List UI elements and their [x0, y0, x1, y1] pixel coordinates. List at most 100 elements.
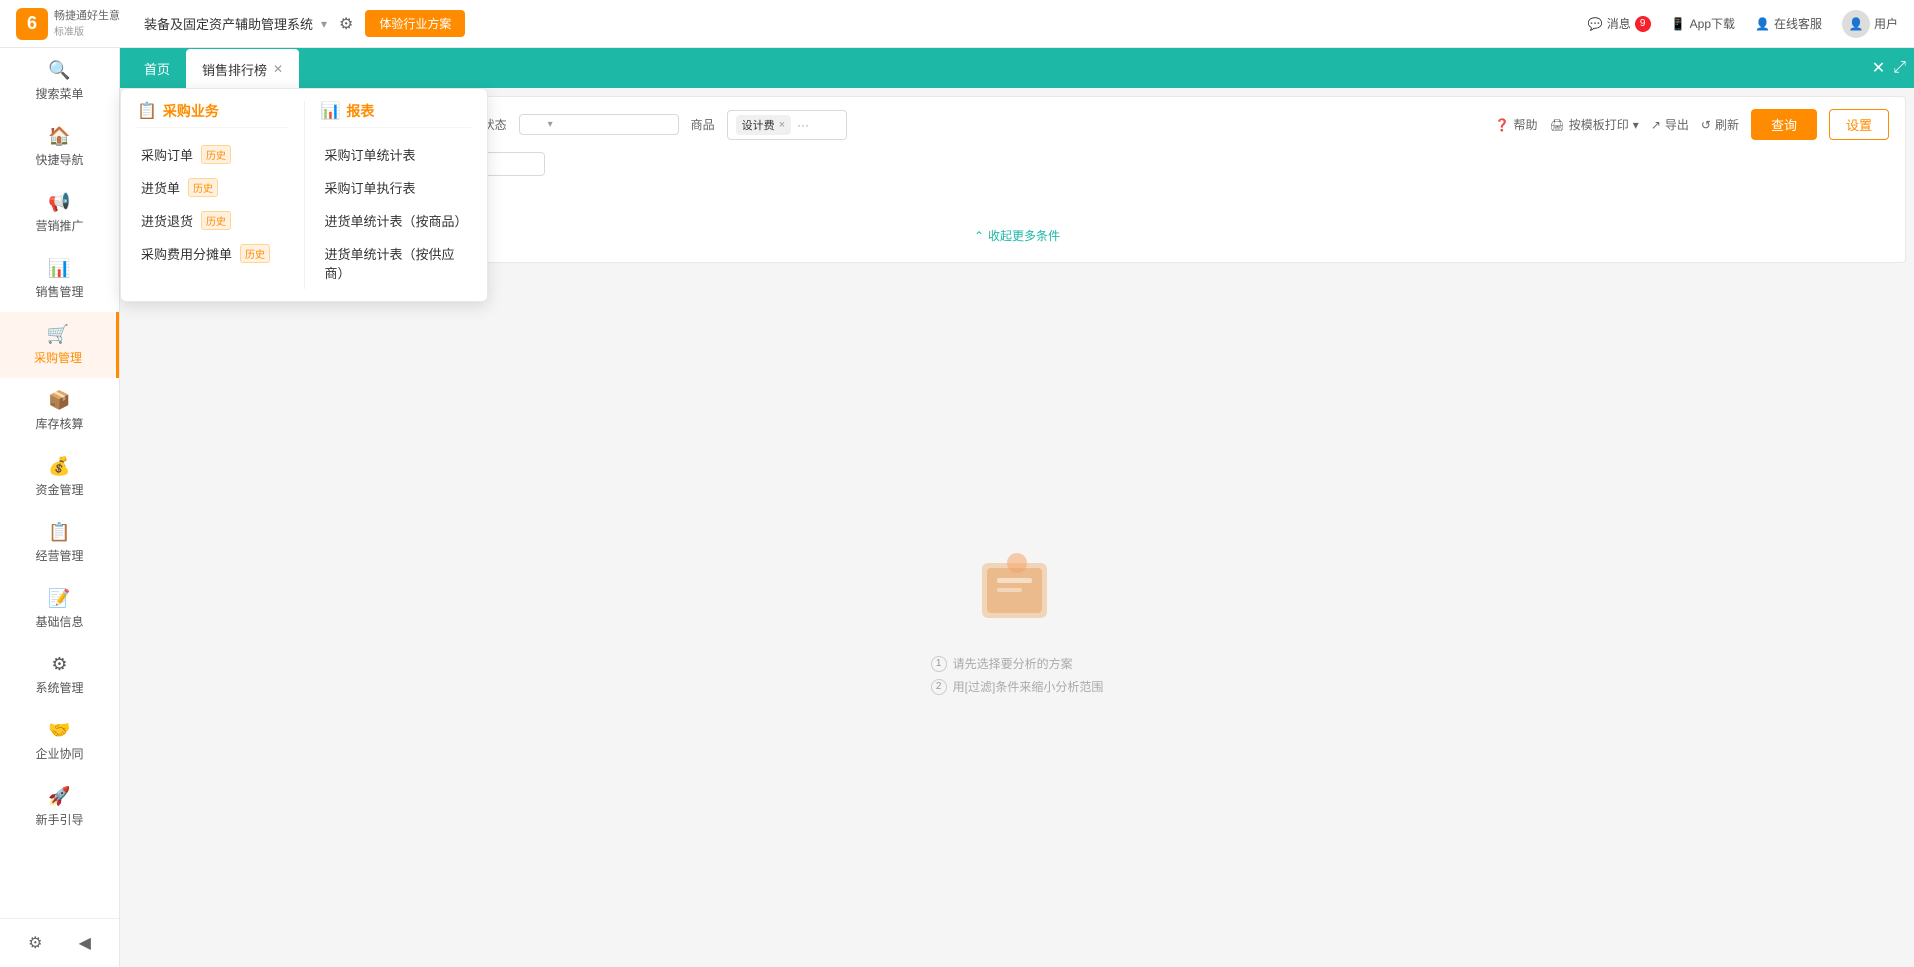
sidebar-label-search: 搜索菜单	[35, 85, 83, 102]
sidebar-label-guide: 新手引导	[35, 811, 83, 828]
online-service-action[interactable]: 👤 在线客服	[1755, 15, 1822, 32]
basic-info-icon: 📝	[48, 588, 70, 609]
sidebar-label-inventory: 库存核算	[35, 415, 83, 432]
help-button[interactable]: ❓ 帮助	[1495, 116, 1538, 133]
empty-step-1-text: 请先选择要分析的方案	[953, 655, 1073, 672]
goods-label: 商品	[691, 116, 715, 133]
print-icon: 🖨	[1550, 118, 1565, 132]
sidebar-item-inventory[interactable]: 📦 库存核算	[0, 378, 119, 444]
dropdown-item-goods-return[interactable]: 进货退货 历史	[137, 204, 288, 237]
sidebar-item-operations[interactable]: 📋 经营管理	[0, 510, 119, 576]
empty-step-2: 2 用[过滤]条件来缩小分析范围	[931, 678, 1104, 695]
tab-expand-icon[interactable]: ⤢	[1893, 59, 1906, 77]
search-icon: 🔍	[48, 60, 70, 81]
sidebar-bottom: ⚙ ◀	[0, 918, 119, 967]
user-action[interactable]: 👤 用户	[1842, 10, 1898, 38]
tab-close-icon[interactable]: ✕	[273, 62, 283, 76]
tab-home-label: 首页	[144, 59, 170, 78]
sales-icon: 📊	[48, 258, 70, 279]
settings-icon[interactable]: ⚙	[335, 10, 357, 38]
tab-sales-rank-label: 销售排行榜	[202, 60, 267, 79]
system-title-chevron[interactable]: ▾	[321, 17, 327, 31]
sidebar-item-system[interactable]: ⚙ 系统管理	[0, 642, 119, 708]
empty-illustration	[967, 543, 1067, 643]
empty-svg	[967, 543, 1067, 633]
sidebar-item-guide[interactable]: 🚀 新手引导	[0, 774, 119, 840]
inventory-icon: 📦	[48, 390, 70, 411]
dropdown-menu: 📋 采购业务 采购订单 历史 进货单 历史 进货退货 历史 采购费用分摊单 历史…	[120, 88, 488, 302]
sidebar-item-enterprise[interactable]: 🤝 企业协同	[0, 708, 119, 774]
doc-status-select[interactable]: ▾	[519, 114, 679, 135]
goods-dots[interactable]: ···	[797, 118, 809, 132]
header-right: 💬 消息 9 📱 App下载 👤 在线客服 👤 用户	[1588, 10, 1898, 38]
capital-icon: 💰	[48, 456, 70, 477]
dropdown-report-col: 📊 报表 采购订单统计表 采购订单执行表 进货单统计表（按商品） 进货单统计表（…	[304, 101, 488, 289]
search-button[interactable]: 查询	[1751, 109, 1817, 140]
sidebar-label-marketing: 营销推广	[35, 217, 83, 234]
refresh-button[interactable]: ↺ 刷新	[1701, 116, 1739, 133]
goods-stat-supplier-label: 进货单统计表（按供应商）	[325, 244, 468, 282]
goods-control[interactable]: 设计费 × ···	[727, 110, 847, 140]
sidebar-item-capital[interactable]: 💰 资金管理	[0, 444, 119, 510]
empty-step-2-text: 用[过滤]条件来缩小分析范围	[953, 678, 1104, 695]
sidebar-item-marketing[interactable]: 📢 营销推广	[0, 180, 119, 246]
sidebar-item-search-menu[interactable]: 🔍 搜索菜单	[0, 48, 119, 114]
empty-state: 1 请先选择要分析的方案 2 用[过滤]条件来缩小分析范围	[120, 271, 1914, 967]
system-icon: ⚙	[51, 654, 67, 675]
purchase-expense-history: 历史	[240, 244, 270, 263]
phone-icon: 📱	[1671, 17, 1686, 31]
step-2-num: 2	[931, 679, 947, 695]
guide-icon: 🚀	[48, 786, 70, 807]
enterprise-icon: 🤝	[48, 720, 70, 741]
export-button[interactable]: ↗ 导出	[1651, 116, 1689, 133]
sidebar-label-operations: 经营管理	[35, 547, 83, 564]
sidebar-item-purchase[interactable]: 🛒 采购管理	[0, 312, 119, 378]
dropdown-item-purchase-expense[interactable]: 采购费用分摊单 历史	[137, 237, 288, 270]
dropdown-report-header: 📊 报表	[321, 101, 472, 128]
dropdown-item-purchase-order-stat[interactable]: 采购订单统计表	[321, 138, 472, 171]
home-icon: 🏠	[48, 126, 70, 147]
print-arrow: ▾	[1633, 118, 1639, 132]
refresh-icon: ↺	[1701, 118, 1711, 132]
message-action[interactable]: 💬 消息 9	[1588, 15, 1651, 32]
service-icon: 👤	[1755, 17, 1770, 31]
report-col-icon: 📊	[321, 101, 341, 121]
marketing-icon: 📢	[48, 192, 70, 213]
logo-tag: 标准版	[54, 23, 120, 38]
sidebar-settings-icon[interactable]: ⚙	[24, 929, 46, 957]
message-label: 消息	[1607, 15, 1631, 32]
goods-stat-goods-label: 进货单统计表（按商品）	[325, 211, 468, 230]
sidebar-label-enterprise: 企业协同	[35, 745, 83, 762]
sidebar-label-capital: 资金管理	[35, 481, 83, 498]
purchase-order-label: 采购订单	[141, 145, 193, 164]
sidebar-item-basic-info[interactable]: 📝 基础信息	[0, 576, 119, 642]
print-button[interactable]: 🖨 按模板打印 ▾	[1550, 116, 1639, 133]
sidebar-label-quicknav: 快捷导航	[35, 151, 83, 168]
sidebar-item-sales[interactable]: 📊 销售管理	[0, 246, 119, 312]
goods-return-history: 历史	[201, 211, 231, 230]
sidebar-label-sales: 销售管理	[35, 283, 83, 300]
tab-sales-rank[interactable]: 销售排行榜 ✕	[186, 49, 299, 89]
sidebar-item-quick-nav[interactable]: 🏠 快捷导航	[0, 114, 119, 180]
logo-text: 畅捷通好生意	[54, 9, 120, 23]
tab-bar-right: ✕ ⤢	[1872, 58, 1906, 78]
dropdown-item-goods-stat-by-supplier[interactable]: 进货单统计表（按供应商）	[321, 237, 472, 289]
industry-button[interactable]: 体验行业方案	[365, 10, 465, 37]
purchase-col-icon: 📋	[137, 101, 157, 121]
user-label: 用户	[1874, 15, 1898, 32]
sidebar-collapse-icon[interactable]: ◀	[75, 929, 95, 957]
dropdown-purchase-col: 📋 采购业务 采购订单 历史 进货单 历史 进货退货 历史 采购费用分摊单 历史	[121, 101, 304, 289]
dropdown-item-goods-receipt[interactable]: 进货单 历史	[137, 171, 288, 204]
dropdown-item-purchase-order[interactable]: 采购订单 历史	[137, 138, 288, 171]
app-download-action[interactable]: 📱 App下载	[1671, 15, 1735, 32]
tab-close-all-icon[interactable]: ✕	[1872, 58, 1885, 78]
page-settings-button[interactable]: 设置	[1829, 109, 1889, 140]
logo-area: 6 畅捷通好生意 标准版	[16, 8, 136, 40]
dropdown-item-purchase-order-exec[interactable]: 采购订单执行表	[321, 171, 472, 204]
message-badge: 9	[1635, 16, 1651, 32]
dropdown-item-goods-stat-by-goods[interactable]: 进货单统计表（按商品）	[321, 204, 472, 237]
goods-tag-remove[interactable]: ×	[779, 119, 785, 131]
empty-step-1: 1 请先选择要分析的方案	[931, 655, 1104, 672]
export-icon: ↗	[1651, 118, 1661, 132]
tab-home[interactable]: 首页	[128, 48, 186, 88]
